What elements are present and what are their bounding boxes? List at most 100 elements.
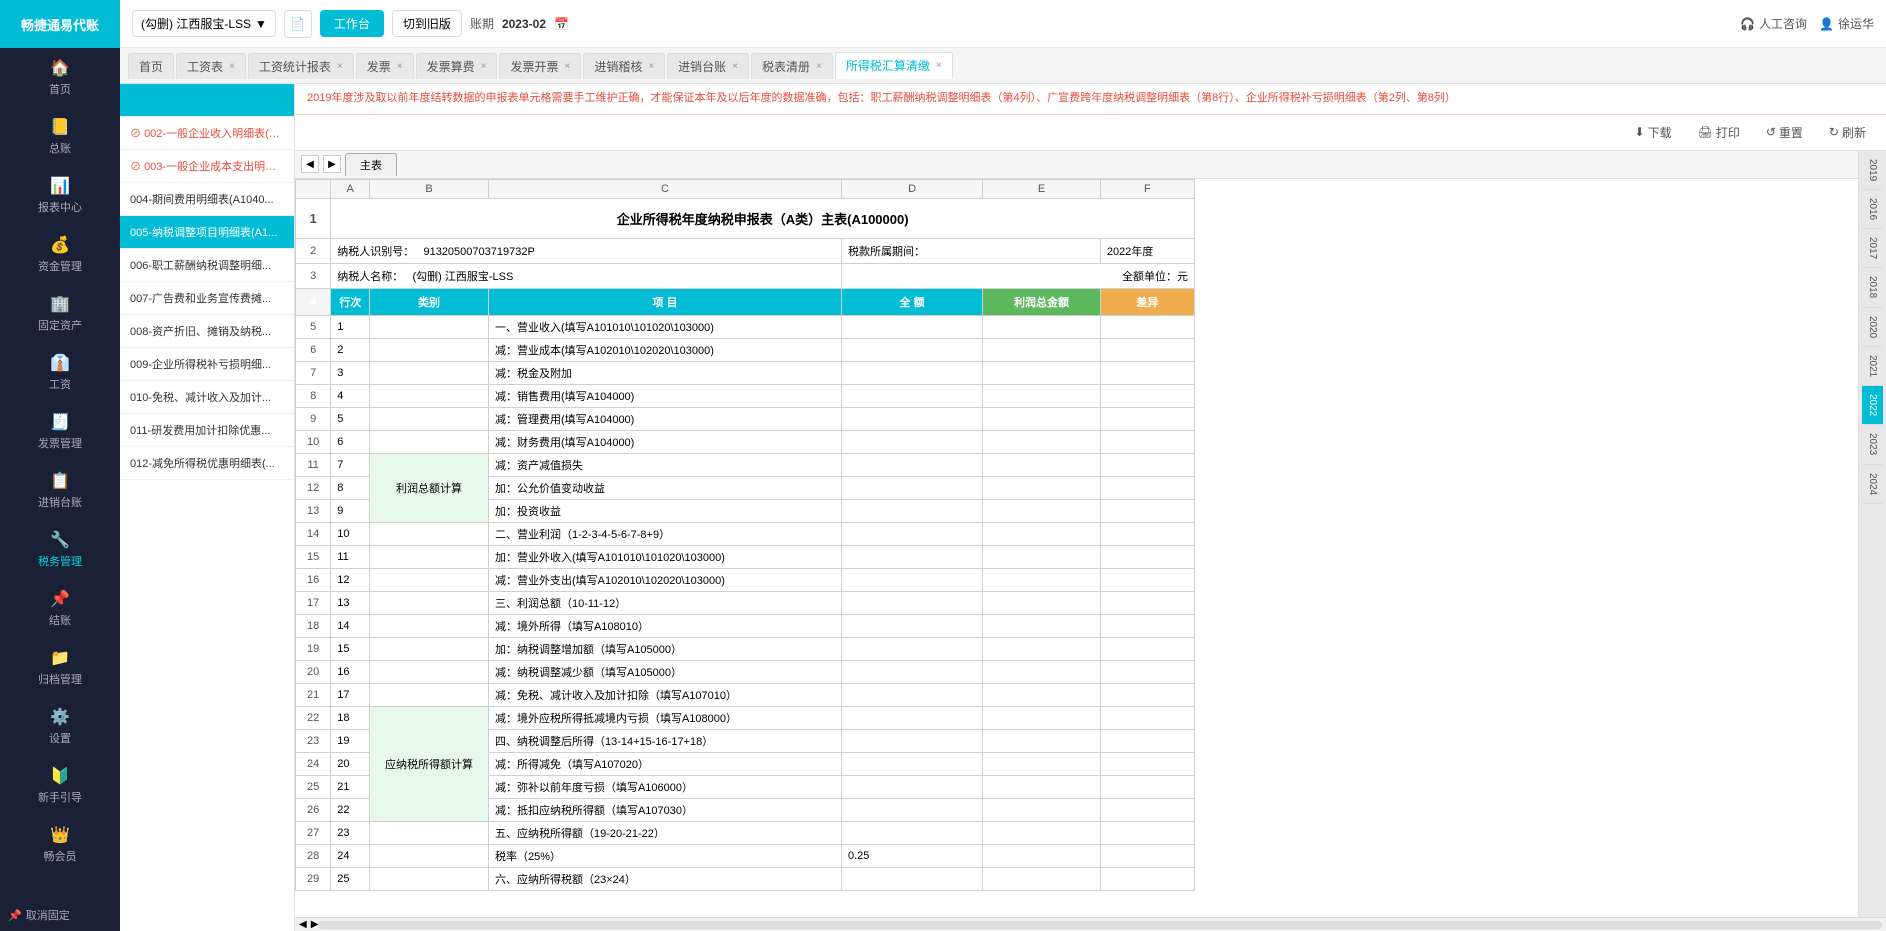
list-icon: 📋 bbox=[50, 471, 70, 491]
reset-button[interactable]: ↺ 重置 bbox=[1758, 121, 1811, 144]
left-panel-item-007[interactable]: 007-广告费和业务宣传费摊... bbox=[120, 282, 294, 315]
table-row: 17 13 三、利润总额（10-11-12） bbox=[296, 591, 1195, 614]
year-panel: 2019 2016 2017 2018 2020 2021 2022 2023 … bbox=[1858, 151, 1886, 917]
scroll-right-icon[interactable]: ▶ bbox=[311, 919, 319, 930]
left-panel-item-009[interactable]: 009-企业所得税补亏损明细... bbox=[120, 348, 294, 381]
spreadsheet-container[interactable]: ◀ ▶ 主表 A B C bbox=[295, 151, 1858, 917]
col-header-d: D bbox=[841, 179, 982, 198]
scroll-right-btn[interactable]: ▶ bbox=[323, 155, 341, 173]
calendar-icon[interactable]: 📅 bbox=[554, 17, 569, 31]
close-tab-invoice[interactable]: × bbox=[397, 61, 403, 72]
year-2021[interactable]: 2021 bbox=[1862, 347, 1883, 386]
close-tab-purchase-audit[interactable]: × bbox=[648, 61, 654, 72]
scroll-left-icon[interactable]: ◀ bbox=[299, 919, 307, 930]
row-num-3: 3 bbox=[296, 263, 331, 288]
left-panel-item-012[interactable]: 012-减免所得税优惠明细表(... bbox=[120, 447, 294, 480]
user-profile[interactable]: 👤 徐运华 bbox=[1819, 15, 1874, 32]
sidebar-item-member[interactable]: 👑 畅会员 bbox=[0, 815, 120, 874]
left-panel-item-010[interactable]: 010-免税、减计收入及加计... bbox=[120, 381, 294, 414]
download-icon: ⬇ bbox=[1635, 125, 1645, 139]
money-icon: 💰 bbox=[50, 235, 70, 255]
sidebar-item-reports[interactable]: 📊 报表中心 bbox=[0, 166, 120, 225]
spreadsheet-table: A B C D E F bbox=[295, 179, 1195, 891]
sidebar-item-label: 首页 bbox=[49, 81, 71, 97]
sidebar-item-invoice[interactable]: 🧾 发票管理 bbox=[0, 402, 120, 461]
year-2016[interactable]: 2016 bbox=[1862, 190, 1883, 229]
sidebar-item-settlement[interactable]: 📌 结账 bbox=[0, 579, 120, 638]
scrollbar-track[interactable] bbox=[318, 921, 1882, 929]
col-header-f: F bbox=[1100, 179, 1194, 198]
switch-old-button[interactable]: 切到旧版 bbox=[392, 10, 462, 37]
sidebar-item-home[interactable]: 🏠 首页 bbox=[0, 48, 120, 107]
horizontal-scrollbar[interactable]: ◀ ▶ bbox=[295, 917, 1886, 931]
salary-icon: 👔 bbox=[50, 353, 70, 373]
table-row: 27 23 五、应纳税所得额（19-20-21-22） bbox=[296, 821, 1195, 844]
tab-purchase-ledger[interactable]: 进销台账× bbox=[667, 53, 749, 79]
download-button[interactable]: ⬇ 下载 bbox=[1627, 121, 1680, 144]
tab-salary-stats[interactable]: 工资统计报表× bbox=[248, 53, 354, 79]
left-panel-item-005[interactable]: 005-纳税调整项目明细表(A1... bbox=[120, 216, 294, 249]
workbench-button[interactable]: 工作台 bbox=[320, 10, 384, 37]
print-button[interactable]: 🖨 打印 bbox=[1690, 121, 1748, 144]
sidebar-item-label: 新手引导 bbox=[38, 789, 82, 805]
table-row: 11 7 利润总额计算 减：资产减值损失 bbox=[296, 453, 1195, 476]
sidebar-item-label: 资金管理 bbox=[38, 258, 82, 274]
sidebar-pin-toggle[interactable]: 📌 取消固定 bbox=[0, 899, 120, 931]
year-2023[interactable]: 2023 bbox=[1862, 425, 1883, 464]
left-panel-item-011[interactable]: 011-研发费用加计扣除优惠... bbox=[120, 414, 294, 447]
sidebar-item-label: 结账 bbox=[49, 612, 71, 628]
tab-invoice-issue[interactable]: 发票开票× bbox=[499, 53, 581, 79]
close-tab-invoice-issue[interactable]: × bbox=[564, 61, 570, 72]
scroll-left-btn[interactable]: ◀ bbox=[301, 155, 319, 173]
sidebar-item-label: 归档管理 bbox=[38, 671, 82, 687]
tab-salary[interactable]: 工资表× bbox=[176, 53, 246, 79]
close-tab-tax-list[interactable]: × bbox=[816, 61, 822, 72]
table-row-tax-id: 2 纳税人识别号： 91320500703719732P 税款所属期间： 202… bbox=[296, 238, 1195, 263]
year-2018[interactable]: 2018 bbox=[1862, 268, 1883, 307]
tab-tax-list[interactable]: 税表清册× bbox=[751, 53, 833, 79]
sidebar-item-finance[interactable]: 💰 资金管理 bbox=[0, 225, 120, 284]
year-2019[interactable]: 2019 bbox=[1862, 151, 1883, 190]
sidebar-item-general-ledger[interactable]: 📒 总账 bbox=[0, 107, 120, 166]
year-2022[interactable]: 2022 bbox=[1862, 386, 1883, 425]
year-2017[interactable]: 2017 bbox=[1862, 229, 1883, 268]
close-tab-income-tax[interactable]: × bbox=[936, 60, 942, 71]
sheet-tab-main[interactable]: 主表 bbox=[345, 153, 397, 176]
user-icon: 👤 bbox=[1819, 17, 1834, 31]
col-category: 类别 bbox=[370, 288, 489, 315]
sidebar-item-purchase-sales[interactable]: 📋 进销台账 bbox=[0, 461, 120, 520]
close-tab-purchase-ledger[interactable]: × bbox=[732, 61, 738, 72]
tab-income-tax[interactable]: 所得税汇算清缴× bbox=[835, 52, 953, 79]
app-logo: 畅捷通易代账 bbox=[0, 0, 120, 48]
left-panel-item-006[interactable]: 006-职工薪酬纳税调整明细... bbox=[120, 249, 294, 282]
left-panel-item-008[interactable]: 008-资产折旧、摊销及纳税... bbox=[120, 315, 294, 348]
company-selector[interactable]: (勾删) 江西服宝-LSS ▼ bbox=[132, 10, 276, 37]
customer-service-button[interactable]: 🎧 人工咨询 bbox=[1740, 15, 1807, 32]
close-tab-salary[interactable]: × bbox=[229, 61, 235, 72]
left-panel-item-004[interactable]: 004-期间费用明细表(A1040... bbox=[120, 183, 294, 216]
tax-id-cell: 纳税人识别号： 91320500703719732P bbox=[331, 238, 842, 263]
sidebar-item-archive[interactable]: 📁 归档管理 bbox=[0, 638, 120, 697]
year-2024[interactable]: 2024 bbox=[1862, 465, 1883, 504]
sidebar-item-guide[interactable]: 🔰 新手引导 bbox=[0, 756, 120, 815]
tab-purchase-audit[interactable]: 进销稽核× bbox=[583, 53, 665, 79]
sidebar-item-settings[interactable]: ⚙️ 设置 bbox=[0, 697, 120, 756]
tab-invoice-calc[interactable]: 发票算费× bbox=[416, 53, 498, 79]
left-panel-item-002[interactable]: 002-一般企业收入明细表(A1... bbox=[120, 117, 294, 150]
sidebar-item-label: 工资 bbox=[49, 376, 71, 392]
tab-home[interactable]: 首页 bbox=[128, 53, 174, 79]
tab-invoice[interactable]: 发票× bbox=[356, 53, 414, 79]
sidebar-item-label: 报表中心 bbox=[38, 199, 82, 215]
close-tab-invoice-calc[interactable]: × bbox=[481, 61, 487, 72]
refresh-button[interactable]: ↻ 刷新 bbox=[1821, 121, 1874, 144]
close-tab-salary-stats[interactable]: × bbox=[337, 61, 343, 72]
sidebar-item-salary[interactable]: 👔 工资 bbox=[0, 343, 120, 402]
year-2020[interactable]: 2020 bbox=[1862, 308, 1883, 347]
col-profit: 利润总金额 bbox=[983, 288, 1101, 315]
left-panel-item-001[interactable]: 001-企业所得税年度纳税申报... bbox=[120, 84, 294, 117]
sidebar-item-fixed-assets[interactable]: 🏢 固定资产 bbox=[0, 284, 120, 343]
sidebar-item-tax[interactable]: 🔧 税务管理 bbox=[0, 520, 120, 579]
topbar-doc-icon[interactable]: 📄 bbox=[284, 10, 312, 38]
sidebar-item-label: 税务管理 bbox=[38, 553, 82, 569]
left-panel-item-003[interactable]: 003-一般企业成本支出明细... bbox=[120, 150, 294, 183]
